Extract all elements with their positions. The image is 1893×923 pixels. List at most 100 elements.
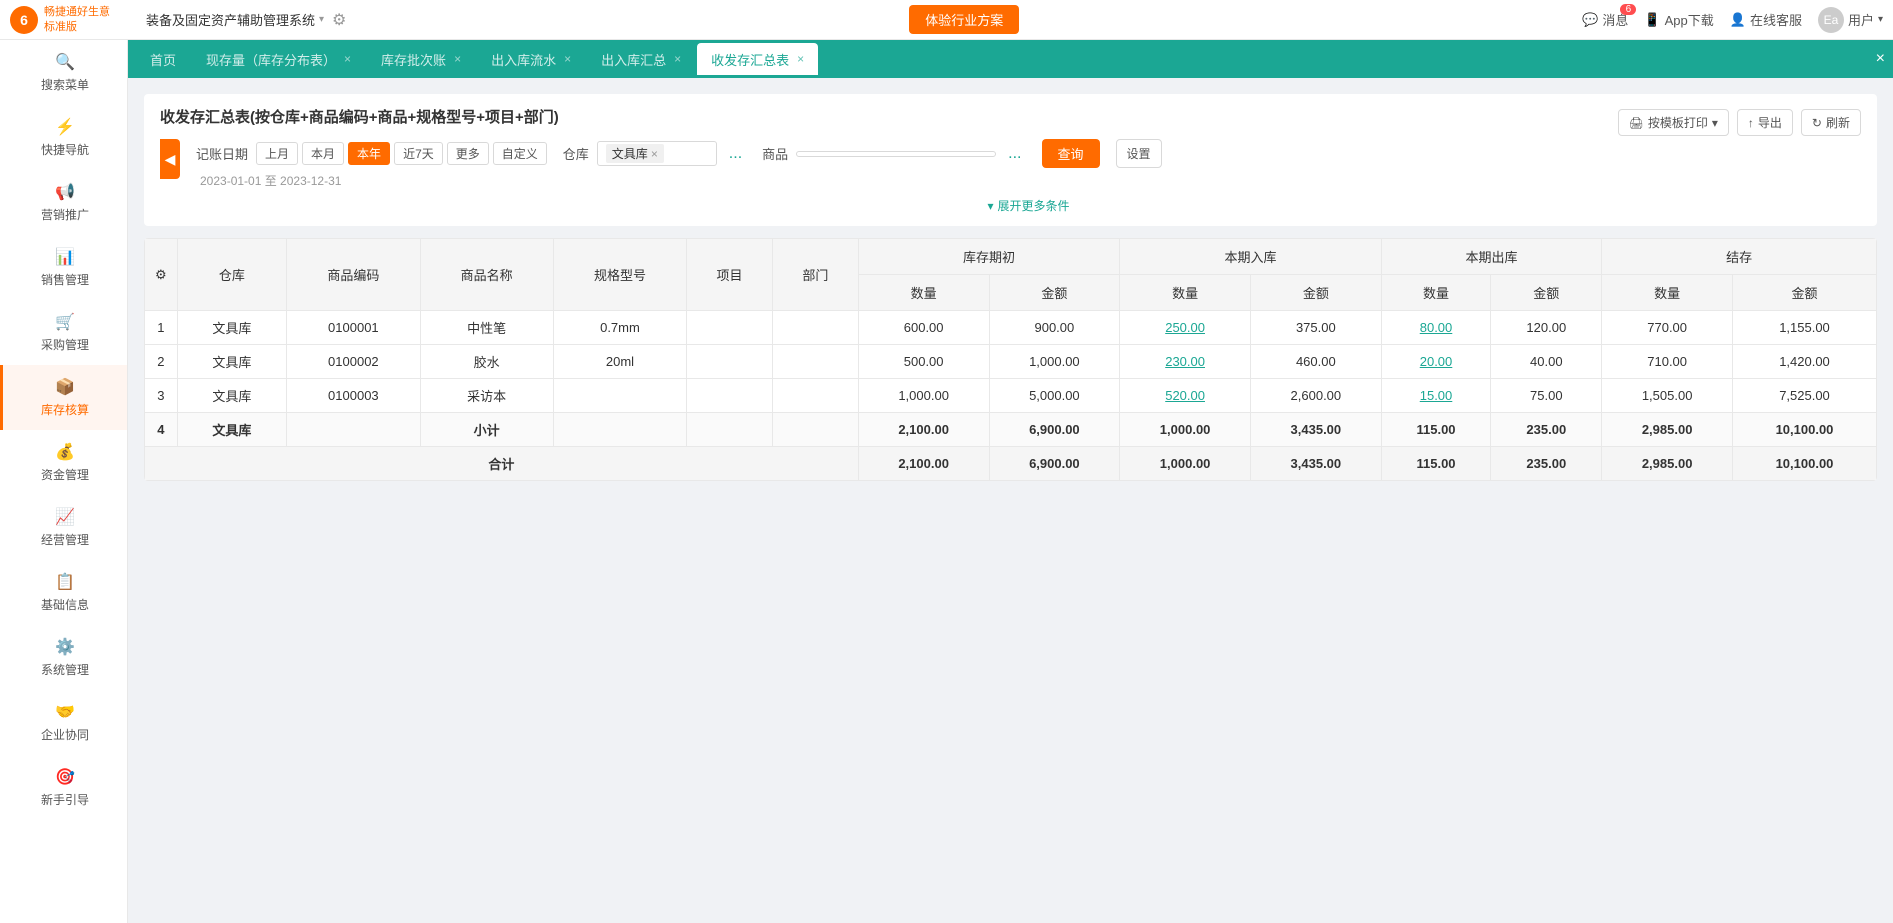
- row-close-qty: 710.00: [1602, 345, 1733, 379]
- row-project: [687, 413, 773, 447]
- row-open-amt: 5,000.00: [989, 379, 1120, 413]
- row-no: 2: [145, 345, 178, 379]
- goods-input[interactable]: [796, 151, 996, 157]
- close-icon[interactable]: ×: [797, 52, 804, 66]
- trial-button[interactable]: 体验行业方案: [909, 5, 1019, 34]
- row-project: [687, 379, 773, 413]
- online-service-item[interactable]: 👤 在线客服: [1730, 10, 1802, 29]
- row-out-qty[interactable]: 80.00: [1381, 311, 1491, 345]
- col-settings[interactable]: ⚙: [145, 239, 178, 311]
- page-title-row: 收发存汇总表(按仓库+商品编码+商品+规格型号+项目+部门) 🖨 按模板打印 ▾…: [160, 106, 1861, 139]
- date-btn-custom[interactable]: 自定义: [493, 142, 547, 165]
- tabs-close-all-button[interactable]: ×: [1876, 50, 1885, 68]
- sidebar-item-quick[interactable]: ⚡ 快捷导航: [0, 105, 127, 170]
- finance-icon: 💰: [55, 442, 75, 462]
- print-icon: 🖨: [1629, 116, 1644, 130]
- close-icon[interactable]: ×: [674, 52, 681, 66]
- col-code-header: 商品编码: [287, 239, 420, 311]
- filter-settings-button[interactable]: 设置: [1116, 139, 1162, 168]
- col-out-qty-header: 数量: [1381, 275, 1491, 311]
- filter-collapse-button[interactable]: ◀: [160, 139, 180, 179]
- row-in-amt: 2,600.00: [1250, 379, 1381, 413]
- close-icon[interactable]: ×: [564, 52, 571, 66]
- row-warehouse: 文具库: [177, 311, 287, 345]
- row-open-qty: 500.00: [858, 345, 989, 379]
- row-close-amt: 10,100.00: [1733, 413, 1877, 447]
- service-icon: 👤: [1730, 12, 1746, 28]
- sidebar-item-finance[interactable]: 💰 资金管理: [0, 430, 127, 495]
- warehouse-input[interactable]: 文具库 ×: [597, 141, 717, 166]
- col-out-header: 本期出库: [1381, 239, 1602, 275]
- query-button[interactable]: 查询: [1042, 139, 1100, 168]
- row-close-amt: 7,525.00: [1733, 379, 1877, 413]
- row-name: 中性笔: [420, 311, 553, 345]
- sidebar-item-basic[interactable]: 📋 基础信息: [0, 560, 127, 625]
- row-spec: [553, 379, 686, 413]
- row-out-qty[interactable]: 15.00: [1381, 379, 1491, 413]
- search-icon: 🔍: [55, 52, 75, 72]
- tab-flow[interactable]: 出入库流水 ×: [477, 43, 585, 75]
- row-open-qty: 600.00: [858, 311, 989, 345]
- expand-more-button[interactable]: ▾ 展开更多条件: [987, 197, 1069, 214]
- warehouse-tag-close[interactable]: ×: [651, 147, 658, 161]
- col-open-qty-header: 数量: [858, 275, 989, 311]
- row-in-qty[interactable]: 230.00: [1120, 345, 1251, 379]
- avatar: Ea: [1818, 7, 1844, 33]
- date-btn-more[interactable]: 更多: [447, 142, 489, 165]
- app-download-item[interactable]: 📱 App下载: [1644, 10, 1713, 29]
- warehouse-tag: 文具库 ×: [606, 144, 664, 163]
- date-btn-last-month[interactable]: 上月: [256, 142, 298, 165]
- table-row: 1文具库0100001中性笔0.7mm600.00900.00250.00375…: [145, 311, 1877, 345]
- tab-summary-io[interactable]: 出入库汇总 ×: [587, 43, 695, 75]
- tab-stock-dist[interactable]: 现存量（库存分布表） ×: [192, 43, 365, 75]
- col-in-qty-header: 数量: [1120, 275, 1251, 311]
- row-in-qty[interactable]: 250.00: [1120, 311, 1251, 345]
- user-item[interactable]: Ea 用户 ▾: [1818, 7, 1883, 33]
- page-title: 收发存汇总表(按仓库+商品编码+商品+规格型号+项目+部门): [160, 106, 559, 127]
- sidebar-item-guide[interactable]: 🎯 新手引导: [0, 755, 127, 820]
- row-no: 3: [145, 379, 178, 413]
- footer-in-qty: 1,000.00: [1120, 447, 1251, 481]
- quick-icon: ⚡: [55, 117, 75, 137]
- date-btn-this-year[interactable]: 本年: [348, 142, 390, 165]
- chevron-down-icon: ▾: [987, 199, 993, 213]
- inventory-icon: 📦: [55, 377, 75, 397]
- export-button[interactable]: ↑ 导出: [1737, 109, 1793, 136]
- sidebar-item-search[interactable]: 🔍 搜索菜单: [0, 40, 127, 105]
- refresh-button[interactable]: ↻ 刷新: [1801, 109, 1861, 136]
- row-in-qty[interactable]: 520.00: [1120, 379, 1251, 413]
- tab-home[interactable]: 首页: [136, 43, 190, 75]
- chevron-down-icon: ▾: [1712, 116, 1718, 130]
- date-btn-7days[interactable]: 近7天: [394, 142, 443, 165]
- sidebar: 🔍 搜索菜单 ⚡ 快捷导航 📢 营销推广 📊 销售管理 🛒 采购管理 📦: [0, 40, 128, 923]
- sidebar-item-marketing[interactable]: 📢 营销推广: [0, 170, 127, 235]
- col-spec-header: 规格型号: [553, 239, 686, 311]
- close-icon[interactable]: ×: [344, 52, 351, 66]
- warehouse-more-button[interactable]: ...: [725, 145, 746, 163]
- close-icon[interactable]: ×: [454, 52, 461, 66]
- tab-batch[interactable]: 库存批次账 ×: [367, 43, 475, 75]
- row-out-qty[interactable]: 20.00: [1381, 345, 1491, 379]
- row-spec: [553, 413, 686, 447]
- settings-icon[interactable]: ⚙: [332, 10, 346, 30]
- app-wrapper: 6 畅捷通好生意 标准版 装备及固定资产辅助管理系统 ▾ ⚙ 体验行业方案 💬 …: [0, 0, 1893, 923]
- row-out-qty[interactable]: 115.00: [1381, 413, 1491, 447]
- export-icon: ↑: [1748, 116, 1754, 130]
- goods-more-button[interactable]: ...: [1004, 145, 1025, 163]
- sidebar-item-purchase[interactable]: 🛒 采购管理: [0, 300, 127, 365]
- print-button[interactable]: 🖨 按模板打印 ▾: [1618, 109, 1729, 136]
- sidebar-item-system[interactable]: ⚙️ 系统管理: [0, 625, 127, 690]
- row-name: 胶水: [420, 345, 553, 379]
- sidebar-item-inventory[interactable]: 📦 库存核算: [0, 365, 127, 430]
- col-name-header: 商品名称: [420, 239, 553, 311]
- date-btn-this-month[interactable]: 本月: [302, 142, 344, 165]
- tab-recv-send[interactable]: 收发存汇总表 ×: [697, 43, 818, 75]
- message-item[interactable]: 💬 消息 6: [1582, 10, 1628, 29]
- sidebar-item-operation[interactable]: 📈 经营管理: [0, 495, 127, 560]
- row-open-amt: 6,900.00: [989, 413, 1120, 447]
- row-open-amt: 1,000.00: [989, 345, 1120, 379]
- row-in-amt: 460.00: [1250, 345, 1381, 379]
- sidebar-item-sales[interactable]: 📊 销售管理: [0, 235, 127, 300]
- row-in-qty[interactable]: 1,000.00: [1120, 413, 1251, 447]
- sidebar-item-cooperation[interactable]: 🤝 企业协同: [0, 690, 127, 755]
